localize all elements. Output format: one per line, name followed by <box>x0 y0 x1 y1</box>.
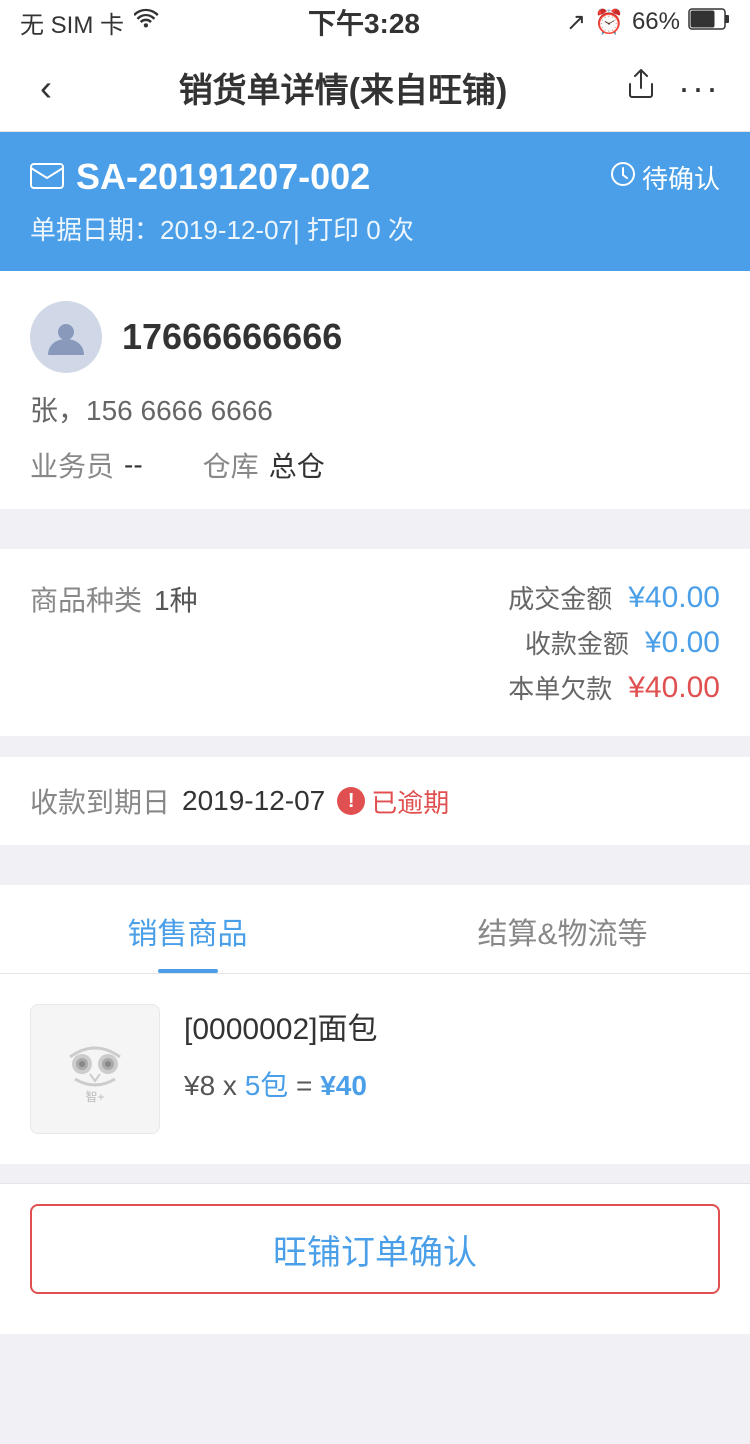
product-info: [0000002]面包 ¥8 x 5包 = ¥40 <box>184 1004 720 1104</box>
owed-label: 本单欠款 <box>508 669 612 706</box>
product-item: 智+ [0000002]面包 ¥8 x 5包 = ¥40 <box>30 1004 720 1134</box>
clock-icon <box>610 161 636 194</box>
product-price: ¥8 x 5包 = ¥40 <box>184 1064 720 1104</box>
collected-value: ¥0.00 <box>645 626 720 660</box>
order-status: 待确认 <box>610 159 720 196</box>
customer-phone: 17666666666 <box>122 316 342 358</box>
status-right: ↗ ⏰ 66% <box>566 8 730 37</box>
status-left: 无 SIM 卡 <box>20 5 162 40</box>
summary-right: 成交金额 ¥40.00 收款金额 ¥0.00 本单欠款 ¥40.00 <box>508 579 720 706</box>
wifi-icon <box>134 8 162 37</box>
category-info: 商品种类 1种 <box>30 579 198 619</box>
summary-section: 商品种类 1种 成交金额 ¥40.00 收款金额 ¥0.00 本单欠款 ¥40.… <box>0 549 750 736</box>
more-button[interactable]: ··· <box>678 67 720 109</box>
status-bar: 无 SIM 卡 下午3:28 ↗ ⏰ 66% <box>0 0 750 44</box>
customer-name: 张，156 6666 6666 <box>30 389 720 429</box>
overdue-icon: ! <box>337 787 365 815</box>
sales-label: 业务员 <box>30 445 114 485</box>
summary-left: 商品种类 1种 <box>30 579 198 619</box>
battery-icon <box>688 8 730 37</box>
product-name: [0000002]面包 <box>184 1004 720 1048</box>
collected-row: 收款金额 ¥0.00 <box>525 624 720 661</box>
price-text: ¥8 x <box>184 1070 245 1101</box>
order-date: 单据日期：2019-12-07| 打印 0 次 <box>30 210 720 247</box>
alarm-icon: ⏰ <box>594 8 624 37</box>
nav-actions: ··· <box>624 67 720 109</box>
product-image: 智+ <box>30 1004 160 1134</box>
customer-meta: 业务员 -- 仓库 总仓 <box>30 445 720 485</box>
nav-bar: ‹ 销货单详情(来自旺铺) ··· <box>0 44 750 132</box>
warehouse-meta: 仓库 总仓 <box>203 445 325 485</box>
warehouse-label: 仓库 <box>203 445 259 485</box>
due-label: 收款到期日 <box>30 781 170 821</box>
customer-section: 17666666666 张，156 6666 6666 业务员 -- 仓库 总仓 <box>0 271 750 509</box>
tab-settlement[interactable]: 结算&物流等 <box>375 885 750 973</box>
divider-1 <box>0 509 750 529</box>
location-icon: ↗ <box>566 8 586 37</box>
owed-row: 本单欠款 ¥40.00 <box>508 669 720 706</box>
status-time: 下午3:28 <box>308 2 420 42</box>
order-id: SA-20191207-002 <box>30 156 370 198</box>
overdue-text: 已逾期 <box>371 783 449 820</box>
battery-level: 66% <box>632 8 680 36</box>
amount-row: 成交金额 ¥40.00 <box>508 579 720 616</box>
category-label: 商品种类 <box>30 579 142 619</box>
category-value: 1种 <box>154 579 198 619</box>
due-section: 收款到期日 2019-12-07 ! 已逾期 <box>0 756 750 845</box>
sales-value: -- <box>124 449 143 481</box>
due-date-value: 2019-12-07 <box>182 785 325 817</box>
tab-sales-products[interactable]: 销售商品 <box>0 885 375 973</box>
amount-label: 成交金额 <box>508 579 612 616</box>
owed-value: ¥40.00 <box>628 671 720 705</box>
share-button[interactable] <box>624 67 658 108</box>
divider-2 <box>0 845 750 865</box>
avatar <box>30 301 102 373</box>
back-button[interactable]: ‹ <box>30 57 62 119</box>
svg-text:智+: 智+ <box>85 1089 104 1104</box>
customer-header: 17666666666 <box>30 301 720 373</box>
price-total: ¥40 <box>320 1070 367 1101</box>
overdue-badge: ! 已逾期 <box>337 783 449 820</box>
product-section: 智+ [0000002]面包 ¥8 x 5包 = ¥40 <box>0 974 750 1164</box>
confirm-button[interactable]: 旺铺订单确认 <box>30 1204 720 1294</box>
sales-meta: 业务员 -- <box>30 445 143 485</box>
warehouse-value: 总仓 <box>269 445 325 485</box>
qty-text: 5包 <box>245 1070 289 1101</box>
tabs-section: 销售商品 结算&物流等 智+ <box>0 885 750 1164</box>
order-header: SA-20191207-002 待确认 单据日期：2019-12-07| 打印 … <box>0 132 750 271</box>
sim-label: 无 SIM 卡 <box>20 5 124 40</box>
page-title: 销货单详情(来自旺铺) <box>179 63 508 112</box>
mail-icon <box>30 156 64 198</box>
collected-label: 收款金额 <box>525 624 629 661</box>
amount-value: ¥40.00 <box>628 581 720 615</box>
tabs-header: 销售商品 结算&物流等 <box>0 885 750 974</box>
bottom-bar: 旺铺订单确认 <box>0 1183 750 1334</box>
